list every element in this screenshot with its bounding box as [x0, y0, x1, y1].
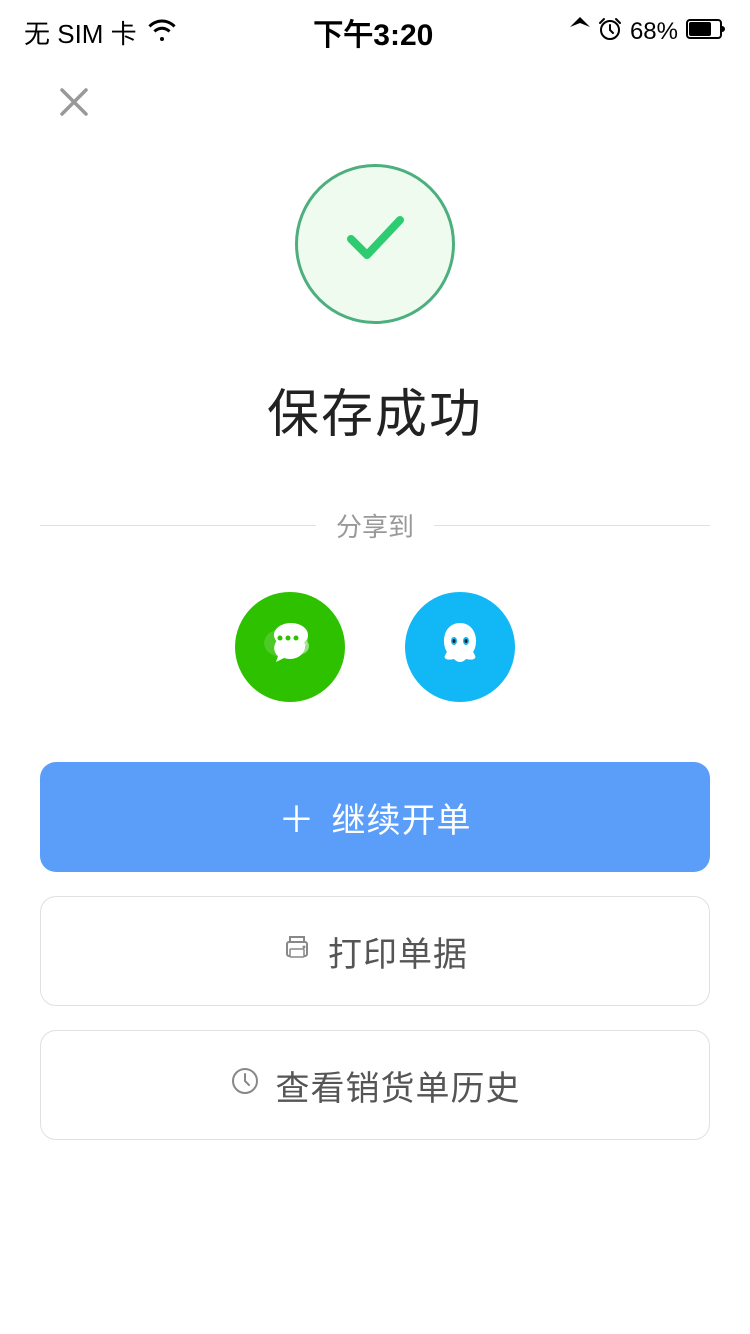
print-button[interactable]: 打印单据: [40, 896, 710, 1006]
status-right: 68%: [570, 17, 726, 48]
continue-button[interactable]: ＋ 继续开单: [40, 762, 710, 872]
action-buttons: ＋ 继续开单 打印单据 查看销货单历史: [0, 762, 750, 1140]
printer-icon: [282, 933, 312, 969]
success-indicator: [295, 164, 455, 324]
checkmark-icon: [333, 195, 418, 293]
share-icons: [40, 592, 710, 702]
alarm-icon: [598, 17, 622, 48]
status-left: 无 SIM 卡: [24, 14, 177, 51]
share-section: 分享到: [0, 507, 750, 702]
success-title: 保存成功: [267, 372, 483, 447]
plus-icon: ＋: [278, 791, 315, 843]
status-bar: 无 SIM 卡 下午3:20 68%: [0, 0, 750, 64]
share-divider: 分享到: [40, 507, 710, 544]
continue-label: 继续开单: [332, 793, 472, 842]
battery-percentage: 68%: [630, 18, 678, 46]
wechat-share-button[interactable]: [235, 592, 345, 702]
status-time: 下午3:20: [313, 10, 433, 54]
main-content: 保存成功 分享到: [0, 64, 750, 1140]
print-label: 打印单据: [328, 927, 468, 976]
battery-icon: [686, 18, 726, 47]
qq-share-button[interactable]: [405, 592, 515, 702]
history-label: 查看销货单历史: [276, 1061, 521, 1110]
share-label: 分享到: [336, 507, 414, 544]
sim-status: 无 SIM 卡: [24, 14, 137, 51]
wifi-icon: [147, 17, 177, 48]
history-button[interactable]: 查看销货单历史: [40, 1030, 710, 1140]
location-icon: [570, 17, 590, 48]
close-button[interactable]: [48, 76, 100, 128]
history-icon: [230, 1066, 260, 1104]
